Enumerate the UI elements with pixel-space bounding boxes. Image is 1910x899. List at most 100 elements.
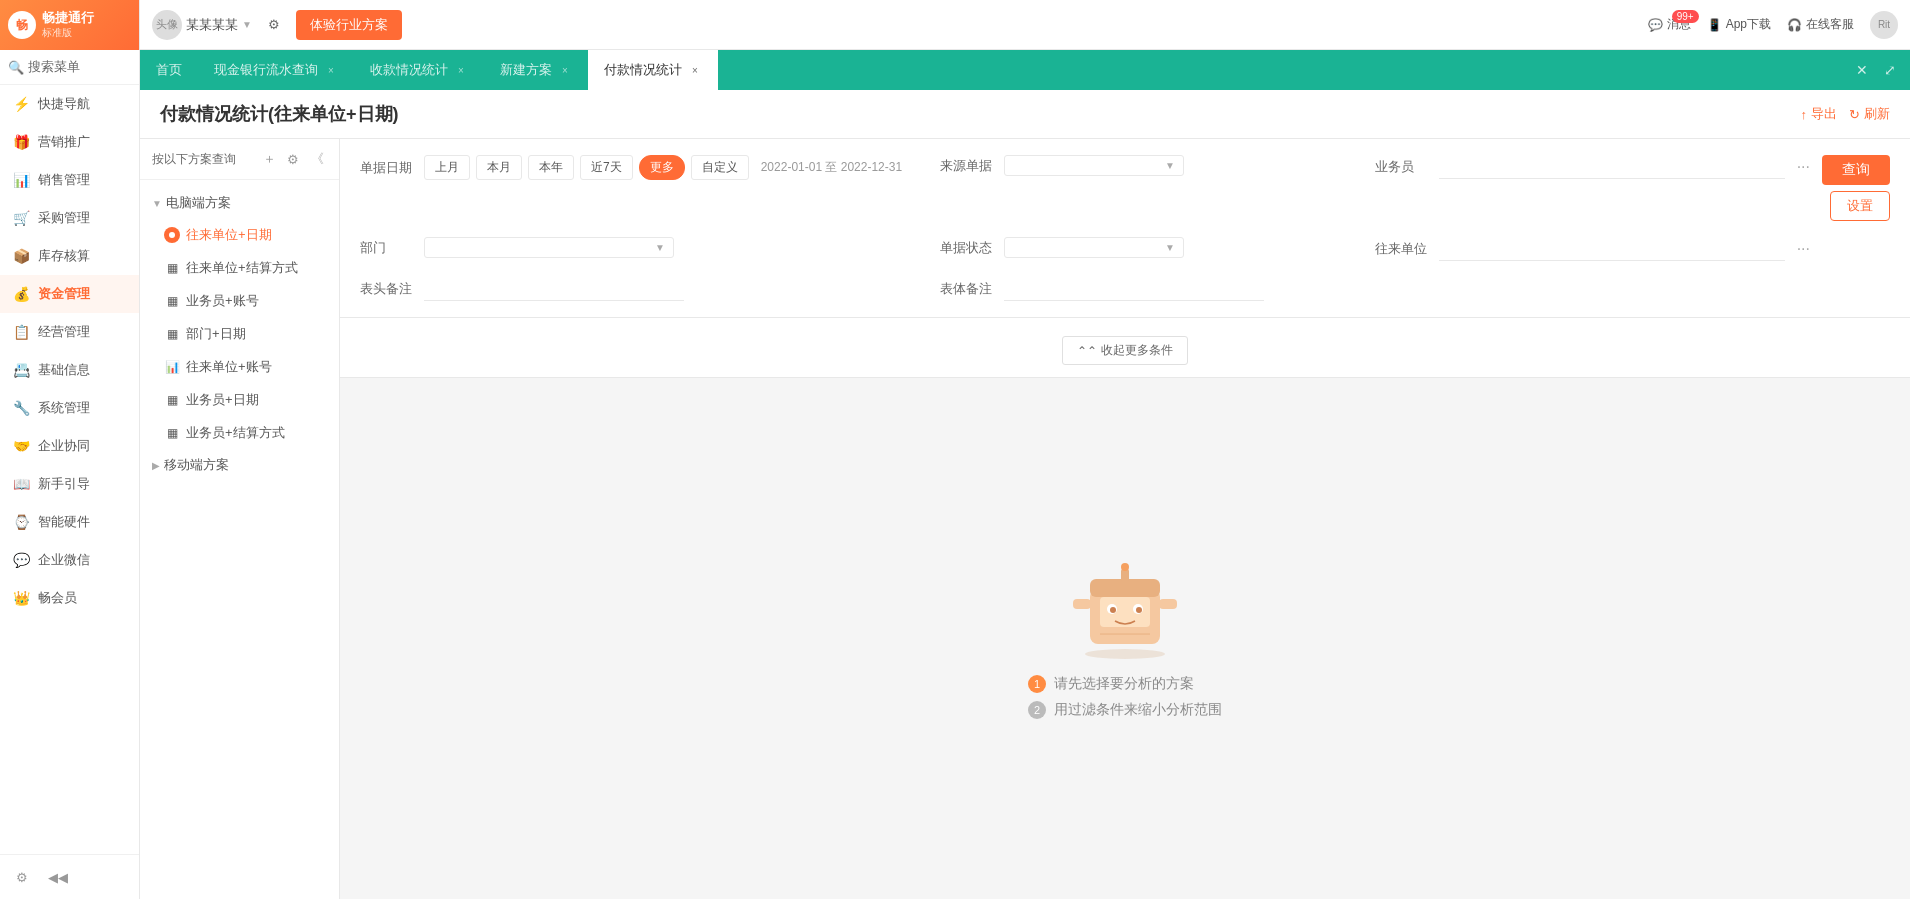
tab-new-scheme[interactable]: 新建方案 × xyxy=(484,50,588,90)
partner-input[interactable] xyxy=(1439,237,1785,261)
data-area: 1 请先选择要分析的方案 2 用过滤条件来缩小分析范围 xyxy=(340,378,1910,899)
sidebar-item-sales[interactable]: 📊 销售管理 xyxy=(0,161,139,199)
tab-payment-stats-close[interactable]: × xyxy=(454,63,468,77)
sidebar-item-basic-info[interactable]: 📇 基础信息 xyxy=(0,351,139,389)
svg-point-0 xyxy=(1085,649,1165,659)
source-field: 来源单据 ▼ xyxy=(940,155,1375,176)
sidebar: 畅 畅捷通行 标准版 🔍 搜索菜单 ⚡ 快捷导航 🎁 营销推广 📊 销售管理 🛒… xyxy=(0,0,140,899)
add-scheme-btn[interactable]: ＋ xyxy=(259,149,279,169)
sidebar-collapse-btn[interactable]: ◀◀ xyxy=(44,863,72,891)
topbar-settings-btn[interactable]: ⚙ xyxy=(260,11,288,39)
body-note-input[interactable] xyxy=(1004,277,1264,301)
staff-input[interactable] xyxy=(1439,155,1785,179)
query-btn[interactable]: 查询 xyxy=(1822,155,1890,185)
sidebar-item-vip[interactable]: 👑 畅会员 xyxy=(0,579,139,617)
empty-illustration xyxy=(1065,559,1185,659)
export-btn[interactable]: ↑ 导出 xyxy=(1801,105,1838,123)
app-download-btn[interactable]: 📱 App下载 xyxy=(1707,16,1771,33)
sidebar-item-purchase[interactable]: 🛒 采购管理 xyxy=(0,199,139,237)
desktop-group-header[interactable]: ▼ 电脑端方案 xyxy=(140,188,339,218)
scheme-table-icon: ▦ xyxy=(164,293,180,309)
scheme-settings-btn[interactable]: ⚙ xyxy=(283,149,303,169)
tab-pay-stats[interactable]: 付款情况统计 × xyxy=(588,50,718,90)
date-btn-custom[interactable]: 自定义 xyxy=(691,155,749,180)
filter-area: 单据日期 上月 本月 本年 近7天 更多 自定义 2022-01-01 至 20… xyxy=(340,139,1910,899)
sidebar-item-label: 营销推广 xyxy=(38,133,90,151)
sidebar-item-capital[interactable]: 💰 资金管理 xyxy=(0,275,139,313)
empty-tips: 1 请先选择要分析的方案 2 用过滤条件来缩小分析范围 xyxy=(1028,675,1222,719)
sidebar-item-hardware[interactable]: ⌚ 智能硬件 xyxy=(0,503,139,541)
basic-info-icon: 📇 xyxy=(12,361,30,379)
voucher-status-field: 单据状态 ▼ xyxy=(940,237,1375,258)
trial-btn[interactable]: 体验行业方案 xyxy=(296,10,402,40)
scheme-item-dept-date[interactable]: ▦ 部门+日期 xyxy=(152,318,335,350)
dept-select[interactable]: ▼ xyxy=(424,237,674,258)
mobile-group-header[interactable]: ▶ 移动端方案 xyxy=(140,450,339,480)
message-btn[interactable]: 💬 消息 99+ xyxy=(1648,16,1691,33)
sidebar-item-label: 采购管理 xyxy=(38,209,90,227)
tab-new-scheme-close[interactable]: × xyxy=(558,63,572,77)
quick-nav-icon: ⚡ xyxy=(12,95,30,113)
scheme-item-label: 往来单位+结算方式 xyxy=(186,259,298,277)
content: 按以下方案查询 ＋ ⚙ 《 xyxy=(140,139,1910,899)
header-note-label: 表头备注 xyxy=(360,280,416,298)
sidebar-item-label: 快捷导航 xyxy=(38,95,90,113)
voucher-status-select[interactable]: ▼ xyxy=(1004,237,1184,258)
date-btn-this-year[interactable]: 本年 xyxy=(528,155,574,180)
tab-bank-flow[interactable]: 现金银行流水查询 × xyxy=(198,50,354,90)
tab-bank-flow-close[interactable]: × xyxy=(324,63,338,77)
operation-icon: 📋 xyxy=(12,323,30,341)
sidebar-item-inventory[interactable]: 📦 库存核算 xyxy=(0,237,139,275)
date-btn-more[interactable]: 更多 xyxy=(639,155,685,180)
footer-settings-btn[interactable]: ⚙ xyxy=(8,863,36,891)
tab-payment-stats[interactable]: 收款情况统计 × xyxy=(354,50,484,90)
scheme-item-partner-account[interactable]: 📊 往来单位+账号 xyxy=(152,351,335,383)
tab-home[interactable]: 首页 xyxy=(140,50,198,90)
scheme-item-staff-settlement[interactable]: ▦ 业务员+结算方式 xyxy=(152,417,335,449)
scheme-gear-icon: ⚙ xyxy=(287,152,299,167)
date-btn-last-month[interactable]: 上月 xyxy=(424,155,470,180)
date-btn-last-7[interactable]: 近7天 xyxy=(580,155,633,180)
wechat-icon: 💬 xyxy=(12,551,30,569)
sidebar-item-operation[interactable]: 📋 经营管理 xyxy=(0,313,139,351)
sidebar-item-wechat[interactable]: 💬 企业微信 xyxy=(0,541,139,579)
sidebar-item-enterprise[interactable]: 🤝 企业协同 xyxy=(0,427,139,465)
svg-rect-10 xyxy=(1073,599,1091,609)
scheme-item-partner-date[interactable]: 往来单位+日期 xyxy=(152,219,335,251)
sidebar-item-quick-nav[interactable]: ⚡ 快捷导航 xyxy=(0,85,139,123)
sidebar-item-system[interactable]: 🔧 系统管理 xyxy=(0,389,139,427)
refresh-btn[interactable]: ↻ 刷新 xyxy=(1849,105,1890,123)
sidebar-item-marketing[interactable]: 🎁 营销推广 xyxy=(0,123,139,161)
scheme-item-partner-settlement[interactable]: ▦ 往来单位+结算方式 xyxy=(152,252,335,284)
scheme-item-staff-date[interactable]: ▦ 业务员+日期 xyxy=(152,384,335,416)
filter-row-2: 部门 ▼ 单据状态 ▼ xyxy=(360,237,1890,261)
date-btn-this-month[interactable]: 本月 xyxy=(476,155,522,180)
mobile-scheme-group: ▶ 移动端方案 xyxy=(140,450,339,480)
close-all-tabs-btn[interactable]: ✕ xyxy=(1850,58,1874,82)
sidebar-item-label: 库存核算 xyxy=(38,247,90,265)
partner-more-icon[interactable]: ··· xyxy=(1797,240,1810,258)
sidebar-item-guide[interactable]: 📖 新手引导 xyxy=(0,465,139,503)
collapse-more-btn[interactable]: ⌃⌃ 收起更多条件 xyxy=(1062,336,1188,365)
profile-section[interactable]: 头像 某某某某 ▼ xyxy=(152,10,252,40)
online-service-btn[interactable]: 🎧 在线客服 xyxy=(1787,16,1854,33)
maximize-btn[interactable]: ⤢ xyxy=(1878,58,1902,82)
tab-pay-stats-close[interactable]: × xyxy=(688,63,702,77)
collapse-btn-label: 收起更多条件 xyxy=(1101,342,1173,359)
empty-state: 1 请先选择要分析的方案 2 用过滤条件来缩小分析范围 xyxy=(1028,559,1222,719)
source-label: 来源单据 xyxy=(940,157,996,175)
user-avatar[interactable]: Rit xyxy=(1870,11,1898,39)
search-menu[interactable]: 🔍 搜索菜单 xyxy=(0,50,139,85)
page-header: 付款情况统计(往来单位+日期) ↑ 导出 ↻ 刷新 xyxy=(140,90,1910,139)
staff-more-icon[interactable]: ··· xyxy=(1797,158,1810,176)
filter-row-3: 表头备注 表体备注 xyxy=(360,277,1890,301)
page: 付款情况统计(往来单位+日期) ↑ 导出 ↻ 刷新 按以下方案查询 xyxy=(140,90,1910,899)
partner-field: 往来单位 ··· xyxy=(1375,237,1810,261)
scheme-panel-collapse-btn[interactable]: 《 xyxy=(307,149,327,169)
filter-settings-btn[interactable]: 设置 xyxy=(1830,191,1890,221)
source-select[interactable]: ▼ xyxy=(1004,155,1184,176)
tip-text-1: 请先选择要分析的方案 xyxy=(1054,675,1194,693)
scheme-item-staff-account[interactable]: ▦ 业务员+账号 xyxy=(152,285,335,317)
add-icon: ＋ xyxy=(263,150,276,168)
header-note-input[interactable] xyxy=(424,277,684,301)
